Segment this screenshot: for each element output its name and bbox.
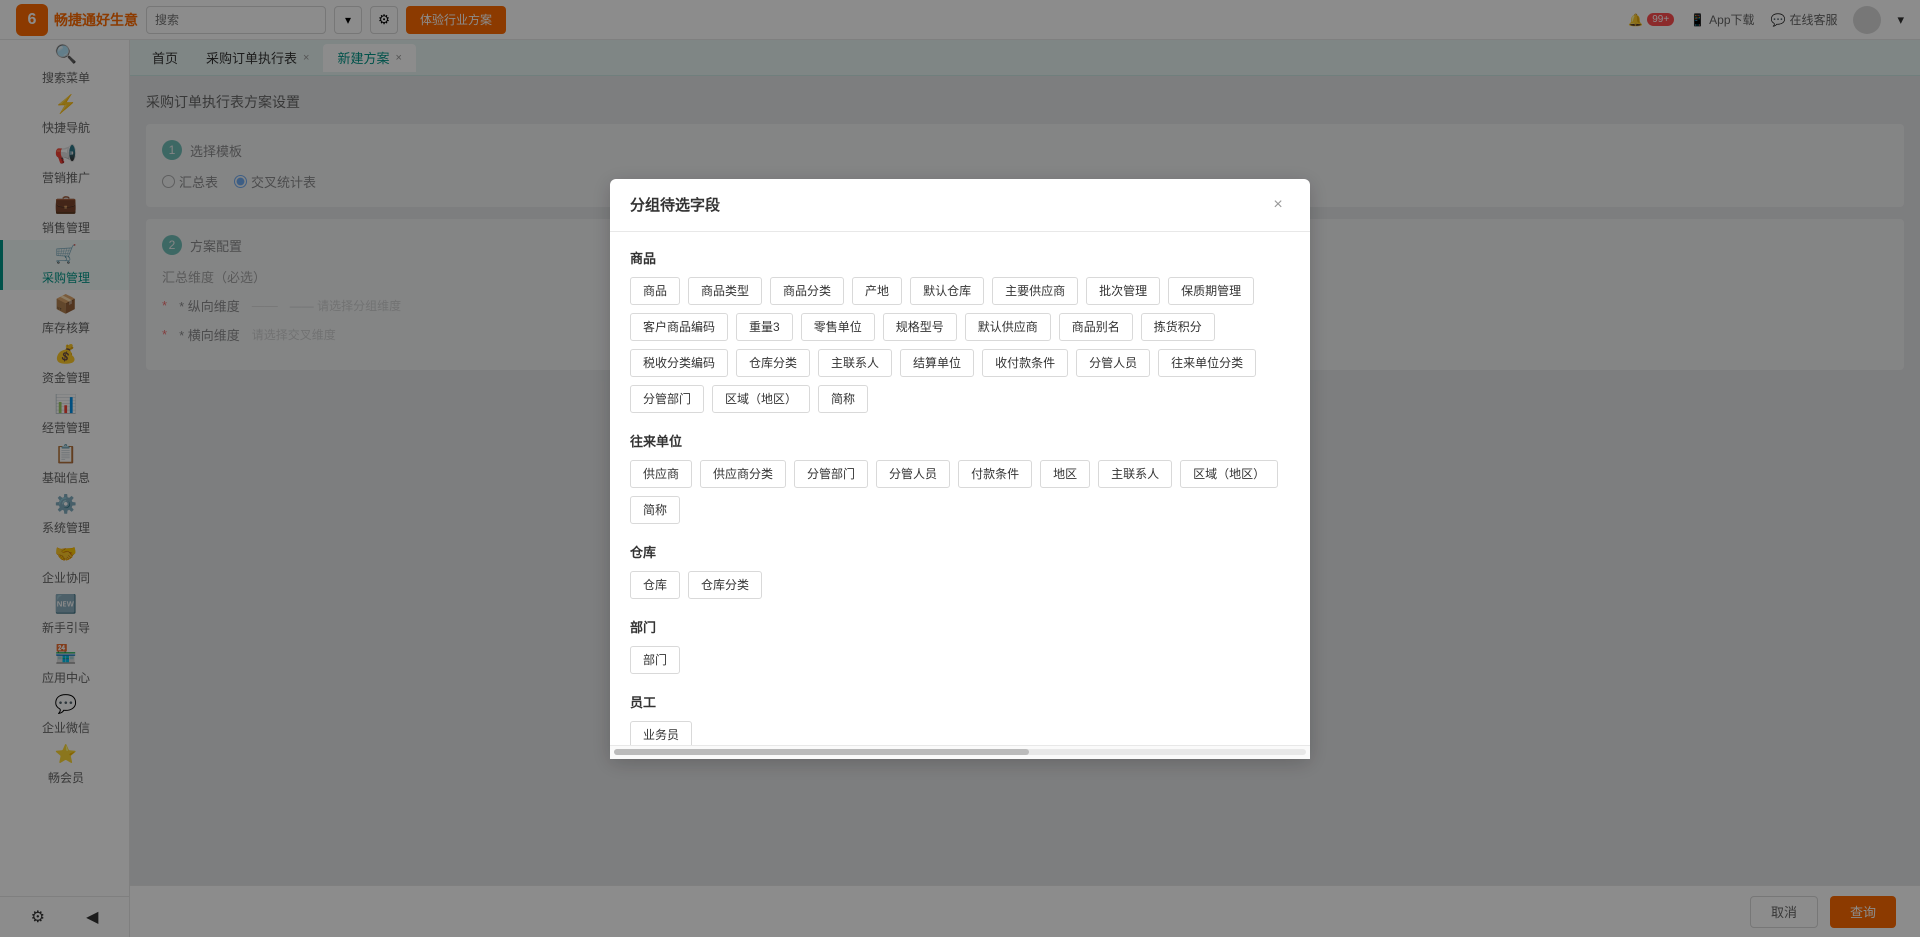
field-tag[interactable]: 分管人员 [1076,349,1150,377]
modal-overlay: 分组待选字段 × 商品 商品 商品类型 商品分类 产地 默认仓库 主要供应商 批… [0,0,1920,937]
field-tag[interactable]: 供应商 [630,460,692,488]
field-tag[interactable]: 分管人员 [876,460,950,488]
section-department-title: 部门 [630,617,1290,636]
section-employee: 员工 业务员 [630,692,1290,745]
field-tag[interactable]: 税收分类编码 [630,349,728,377]
field-tag[interactable]: 主要供应商 [992,277,1078,305]
warehouse-tags: 仓库 仓库分类 [630,571,1290,599]
field-tag[interactable]: 地区 [1040,460,1090,488]
section-counterparty: 往来单位 供应商 供应商分类 分管部门 分管人员 付款条件 地区 主联系人 区域… [630,431,1290,524]
goods-tags: 商品 商品类型 商品分类 产地 默认仓库 主要供应商 批次管理 保质期管理 客户… [630,277,1290,413]
counterparty-tags: 供应商 供应商分类 分管部门 分管人员 付款条件 地区 主联系人 区域（地区） … [630,460,1290,524]
section-warehouse-title: 仓库 [630,542,1290,561]
section-employee-title: 员工 [630,692,1290,711]
field-tag[interactable]: 区域（地区） [712,385,810,413]
field-tag[interactable]: 保质期管理 [1168,277,1254,305]
field-tag[interactable]: 商品别名 [1059,313,1133,341]
field-tag[interactable]: 规格型号 [883,313,957,341]
modal-body: 商品 商品 商品类型 商品分类 产地 默认仓库 主要供应商 批次管理 保质期管理… [610,232,1310,745]
department-tags: 部门 [630,646,1290,674]
field-tag[interactable]: 商品类型 [688,277,762,305]
field-tag[interactable]: 客户商品编码 [630,313,728,341]
field-tag[interactable]: 结算单位 [900,349,974,377]
modal-dialog: 分组待选字段 × 商品 商品 商品类型 商品分类 产地 默认仓库 主要供应商 批… [610,179,1310,759]
field-tag[interactable]: 简称 [818,385,868,413]
field-tag[interactable]: 商品 [630,277,680,305]
field-tag[interactable]: 零售单位 [801,313,875,341]
field-tag[interactable]: 收付款条件 [982,349,1068,377]
field-tag[interactable]: 部门 [630,646,680,674]
section-goods: 商品 商品 商品类型 商品分类 产地 默认仓库 主要供应商 批次管理 保质期管理… [630,248,1290,413]
field-tag[interactable]: 供应商分类 [700,460,786,488]
field-tag[interactable]: 拣货积分 [1141,313,1215,341]
field-tag[interactable]: 业务员 [630,721,692,745]
field-tag[interactable]: 产地 [852,277,902,305]
field-tag[interactable]: 仓库 [630,571,680,599]
modal-close-button[interactable]: × [1266,193,1290,217]
field-tag[interactable]: 分管部门 [794,460,868,488]
field-tag[interactable]: 付款条件 [958,460,1032,488]
field-tag[interactable]: 主联系人 [1098,460,1172,488]
field-tag[interactable]: 分管部门 [630,385,704,413]
field-tag[interactable]: 主联系人 [818,349,892,377]
field-tag[interactable]: 区域（地区） [1180,460,1278,488]
field-tag[interactable]: 仓库分类 [736,349,810,377]
section-warehouse: 仓库 仓库 仓库分类 [630,542,1290,599]
field-tag[interactable]: 默认供应商 [965,313,1051,341]
section-department: 部门 部门 [630,617,1290,674]
field-tag[interactable]: 批次管理 [1086,277,1160,305]
field-tag[interactable]: 默认仓库 [910,277,984,305]
field-tag[interactable]: 往来单位分类 [1158,349,1256,377]
modal-header: 分组待选字段 × [610,179,1310,232]
modal-horizontal-scroll[interactable] [610,745,1310,759]
field-tag[interactable]: 仓库分类 [688,571,762,599]
section-counterparty-title: 往来单位 [630,431,1290,450]
modal-title: 分组待选字段 [630,194,720,215]
section-goods-title: 商品 [630,248,1290,267]
field-tag[interactable]: 简称 [630,496,680,524]
employee-tags: 业务员 [630,721,1290,745]
field-tag[interactable]: 重量3 [736,313,793,341]
field-tag[interactable]: 商品分类 [770,277,844,305]
